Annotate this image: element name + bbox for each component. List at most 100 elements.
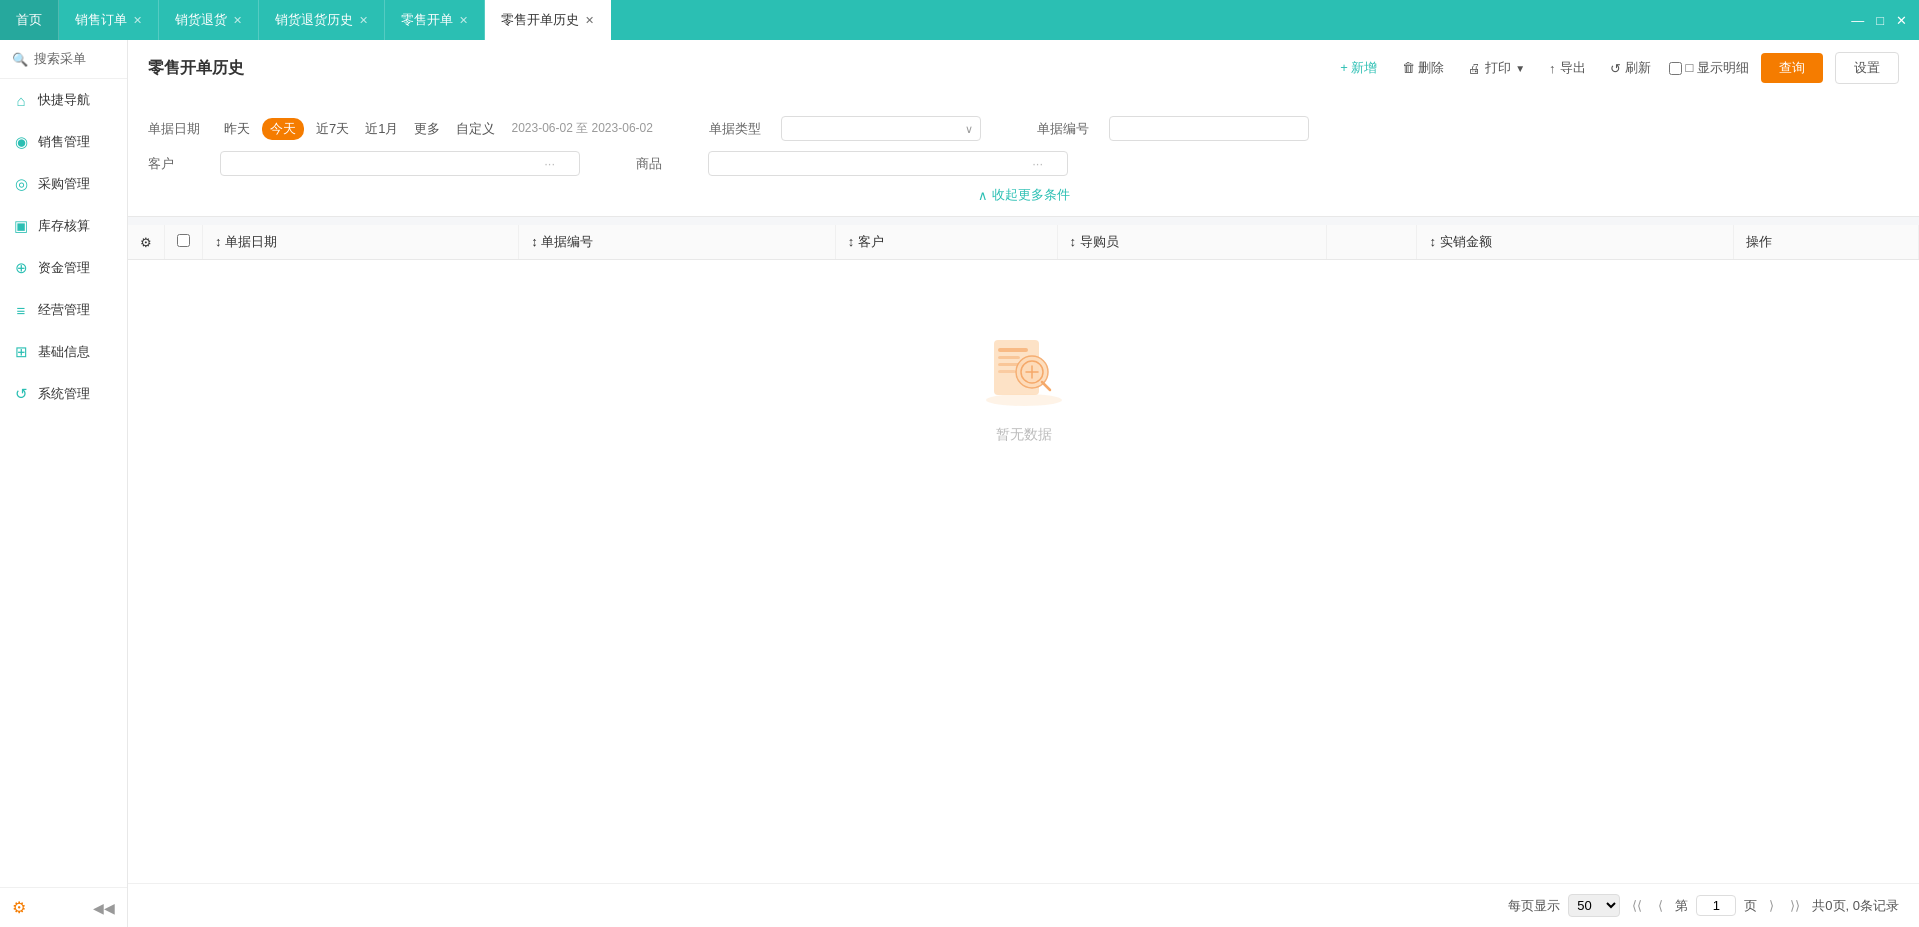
th-guide-label: ↕ 导购员 (1070, 234, 1119, 249)
date-opt-more[interactable]: 更多 (410, 118, 444, 140)
filter-date-options: 昨天 今天 近7天 近1月 更多 自定义 2023-06-02 至 2023-0… (220, 118, 653, 140)
number-filter-label: 单据编号 (1037, 120, 1093, 138)
tab-sales-return-close[interactable]: ✕ (233, 14, 242, 27)
type-select[interactable] (781, 116, 981, 141)
collapse-label: 收起更多条件 (992, 186, 1070, 204)
tab-retail-open-history-label: 零售开单历史 (501, 11, 579, 29)
date-opt-1month[interactable]: 近1月 (361, 118, 402, 140)
page-number-input[interactable] (1696, 895, 1736, 916)
sidebar-item-basic-info[interactable]: ⊞ 基础信息 (0, 331, 127, 373)
date-opt-yesterday[interactable]: 昨天 (220, 118, 254, 140)
settings-gear-icon[interactable]: ⚙ (12, 898, 26, 917)
tab-sales-return[interactable]: 销货退货 ✕ (159, 0, 259, 40)
display-detail-input[interactable] (1669, 62, 1682, 75)
query-button[interactable]: 查询 (1761, 53, 1823, 83)
page-first-btn[interactable]: ⟨⟨ (1628, 896, 1646, 915)
th-guide: ↕ 导购员 (1057, 225, 1326, 260)
th-number-label: ↕ 单据编号 (531, 234, 593, 249)
page-prev-btn[interactable]: ⟨ (1654, 896, 1667, 915)
export-button[interactable]: ↑ 导出 (1543, 55, 1592, 81)
display-detail-checkbox[interactable]: □ 显示明细 (1669, 59, 1749, 77)
sidebar-item-purchase-mgmt[interactable]: ◎ 采购管理 (0, 163, 127, 205)
sidebar-item-operations[interactable]: ≡ 经营管理 (0, 289, 127, 331)
th-customer: ↕ 客户 (835, 225, 1057, 260)
data-table: ⚙ ↕ 单据日期 ↕ 单据编号 (128, 225, 1919, 260)
sidebar-item-purchase-mgmt-label: 采购管理 (38, 175, 90, 193)
date-opt-custom[interactable]: 自定义 (452, 118, 499, 140)
sidebar-item-inventory[interactable]: ▣ 库存核算 (0, 205, 127, 247)
tab-sales-order-close[interactable]: ✕ (133, 14, 142, 27)
tab-retail-open-close[interactable]: ✕ (459, 14, 468, 27)
th-action: 操作 (1733, 225, 1918, 260)
sidebar-item-quick-nav-label: 快捷导航 (38, 91, 90, 109)
empty-illustration (974, 320, 1074, 410)
box-icon: ▣ (12, 217, 30, 235)
sidebar-collapse-btn[interactable]: ◀◀ (93, 900, 115, 916)
tab-home[interactable]: 首页 (0, 0, 59, 40)
collapse-icon: ∧ (978, 188, 988, 203)
th-amount-label: ↕ 实销金额 (1429, 234, 1491, 249)
date-opt-today[interactable]: 今天 (262, 118, 304, 140)
pagination: 每页显示 50 20 100 ⟨⟨ ⟨ 第 页 ⟩ ⟩⟩ 共0页, 0条记录 (128, 883, 1919, 927)
svg-rect-5 (998, 370, 1016, 373)
customer-filter-label: 客户 (148, 155, 204, 173)
svg-rect-2 (998, 348, 1028, 352)
doc-icon: ⊞ (12, 343, 30, 361)
sidebar-item-sys-mgmt-label: 系统管理 (38, 385, 90, 403)
per-page-select[interactable]: 50 20 100 (1568, 894, 1620, 917)
th-action-label: 操作 (1746, 234, 1772, 249)
window-maximize[interactable]: □ (1876, 13, 1884, 28)
customer-input[interactable]: ··· (220, 151, 580, 176)
chart-icon: ◉ (12, 133, 30, 151)
goods-input[interactable]: ··· (708, 151, 1068, 176)
print-label: 打印 (1485, 59, 1511, 77)
sidebar-item-quick-nav[interactable]: ⌂ 快捷导航 (0, 79, 127, 121)
tab-sales-return-history-close[interactable]: ✕ (359, 14, 368, 27)
tab-home-label: 首页 (16, 11, 42, 29)
th-spacer (1326, 225, 1417, 260)
page-next-btn[interactable]: ⟩ (1765, 896, 1778, 915)
th-settings: ⚙ (128, 225, 165, 260)
th-amount: ↕ 实销金额 (1417, 225, 1733, 260)
sidebar-item-sales-mgmt[interactable]: ◉ 销售管理 (0, 121, 127, 163)
page-last-btn[interactable]: ⟩⟩ (1786, 896, 1804, 915)
th-number: ↕ 单据编号 (519, 225, 835, 260)
setting-button[interactable]: 设置 (1835, 52, 1899, 84)
goods-filter-label: 商品 (636, 155, 692, 173)
sidebar-search[interactable]: 🔍 搜索采单 (0, 40, 127, 79)
tab-retail-open-history[interactable]: 零售开单历史 ✕ (485, 0, 611, 40)
sidebar-item-inventory-label: 库存核算 (38, 217, 90, 235)
tab-sales-return-history[interactable]: 销货退货历史 ✕ (259, 0, 385, 40)
refresh-button[interactable]: ↺ 刷新 (1604, 55, 1657, 81)
number-input[interactable] (1109, 116, 1309, 141)
page-total: 共0页, 0条记录 (1812, 897, 1899, 915)
delete-button[interactable]: 🗑 删除 (1396, 55, 1451, 81)
window-minimize[interactable]: — (1851, 13, 1864, 28)
sidebar-search-label: 搜索采单 (34, 50, 86, 68)
tab-retail-open[interactable]: 零售开单 ✕ (385, 0, 485, 40)
toolbar: + 新增 🗑 删除 🖨 打印 ▼ ↑ 导出 ↺ 刷新 (1334, 52, 1899, 84)
collapse-more-btn[interactable]: ∧ 收起更多条件 (148, 186, 1899, 204)
add-button[interactable]: + 新增 (1334, 55, 1383, 81)
table-settings-icon[interactable]: ⚙ (140, 235, 152, 250)
tab-sales-order[interactable]: 销售订单 ✕ (59, 0, 159, 40)
date-opt-7days[interactable]: 近7天 (312, 118, 353, 140)
table-section: ⚙ ↕ 单据日期 ↕ 单据编号 (128, 225, 1919, 883)
sidebar-item-finance[interactable]: ⊕ 资金管理 (0, 247, 127, 289)
date-filter-label: 单据日期 (148, 120, 204, 138)
tab-sales-return-label: 销货退货 (175, 11, 227, 29)
window-close[interactable]: ✕ (1896, 13, 1907, 28)
main-layout: 🔍 搜索采单 ⌂ 快捷导航 ◉ 销售管理 ◎ 采购管理 ▣ 库存核算 ⊕ 资金管… (0, 40, 1919, 927)
export-icon: ↑ (1549, 61, 1556, 76)
tab-retail-open-history-close[interactable]: ✕ (585, 14, 594, 27)
print-icon: 🖨 (1468, 61, 1481, 76)
tab-sales-order-label: 销售订单 (75, 11, 127, 29)
date-range-display: 2023-06-02 至 2023-06-02 (511, 120, 652, 137)
filter-area: 单据日期 昨天 今天 近7天 近1月 更多 自定义 2023-06-02 至 2… (128, 104, 1919, 217)
sidebar-item-sys-mgmt[interactable]: ↺ 系统管理 (0, 373, 127, 415)
print-button[interactable]: 🖨 打印 ▼ (1462, 55, 1531, 81)
tab-sales-return-history-label: 销货退货历史 (275, 11, 353, 29)
per-page-label: 每页显示 (1508, 897, 1560, 915)
goods-ellipsis-icon: ··· (1032, 156, 1043, 171)
select-all-checkbox[interactable] (177, 234, 190, 247)
